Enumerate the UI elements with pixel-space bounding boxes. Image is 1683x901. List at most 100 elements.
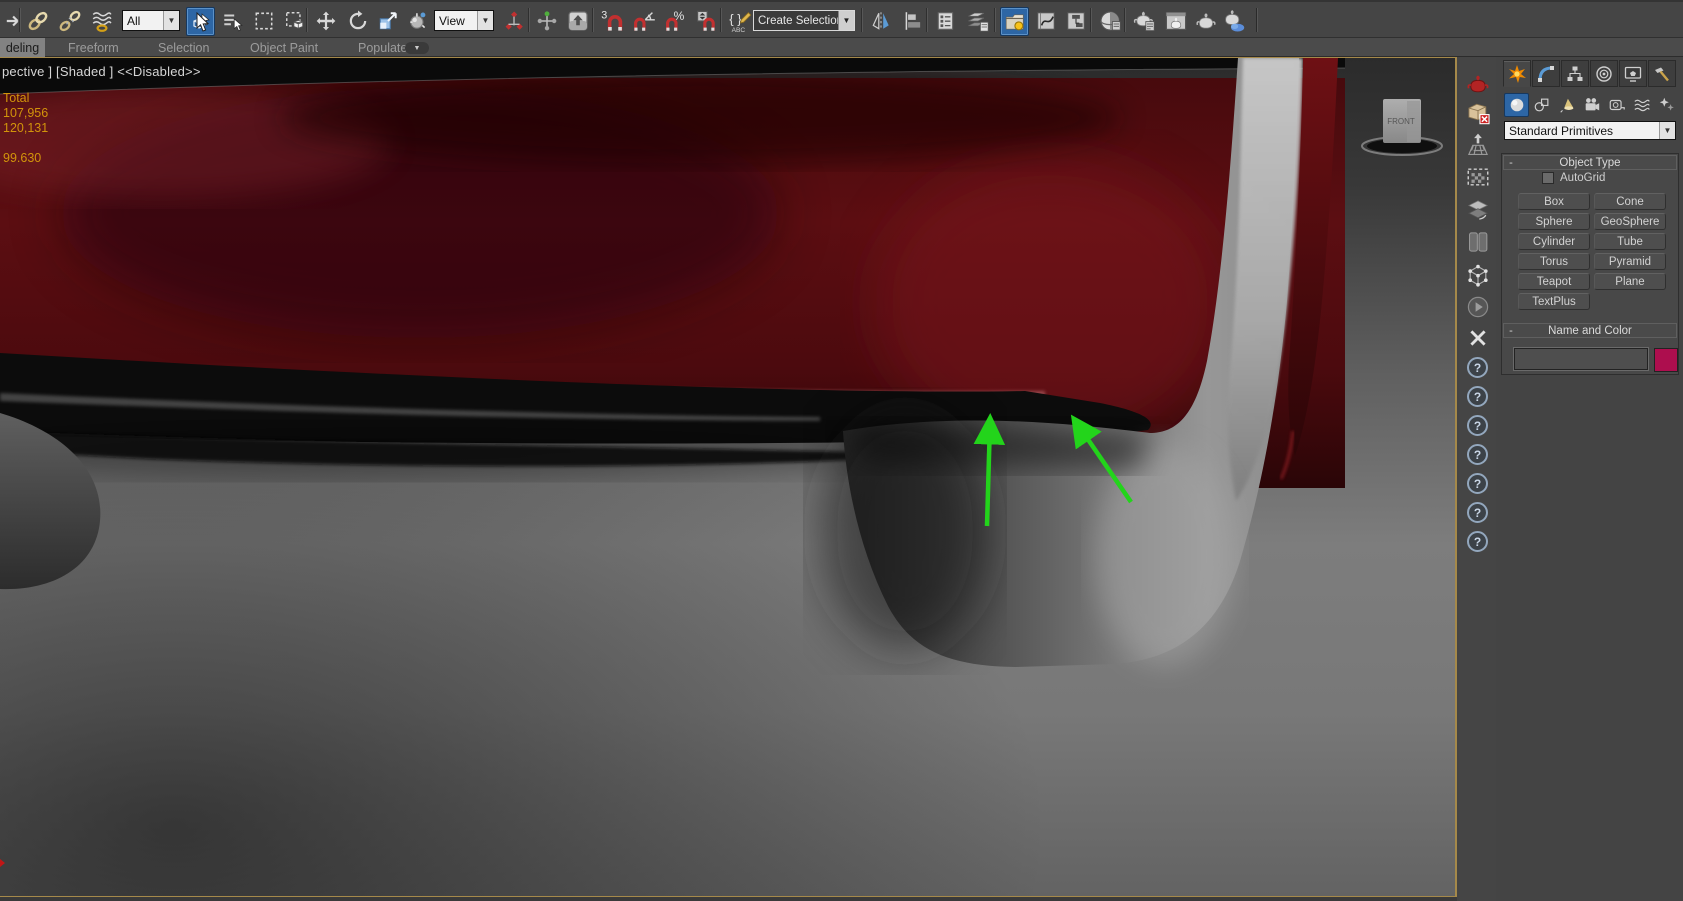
tab-object-paint[interactable]: Object Paint	[240, 38, 328, 57]
toggle-scene-explorer-icon[interactable]	[932, 7, 959, 34]
subcategory-shapes-icon[interactable]	[1529, 93, 1554, 117]
teapot-button[interactable]: Teapot	[1518, 273, 1590, 290]
subcategory-systems-icon[interactable]	[1654, 93, 1679, 117]
schematic-view-icon[interactable]	[1062, 7, 1089, 34]
textplus-button[interactable]: TextPlus	[1518, 293, 1590, 310]
tab-display[interactable]	[1619, 60, 1647, 87]
material-editor-icon[interactable]	[1096, 7, 1123, 34]
tab-motion[interactable]	[1590, 60, 1618, 87]
question-circle-icon[interactable]: ?	[1467, 531, 1488, 552]
select-and-scale-icon[interactable]	[374, 7, 401, 34]
subcategory-space-warps-icon[interactable]	[1629, 93, 1654, 117]
box-button[interactable]: Box	[1518, 193, 1590, 210]
cone-button[interactable]: Cone	[1594, 193, 1666, 210]
question-circle-icon[interactable]: ?	[1467, 415, 1488, 436]
select-by-name-icon[interactable]	[218, 7, 245, 34]
question-circle-icon[interactable]: ?	[1467, 444, 1488, 465]
object-name-input[interactable]	[1514, 348, 1648, 370]
autogrid-row: AutoGrid	[1542, 172, 1605, 184]
category-dropdown[interactable]: Standard Primitives ▼	[1504, 121, 1676, 140]
mouse-cursor	[196, 11, 211, 38]
tab-modify[interactable]	[1532, 60, 1560, 87]
box-delete-icon[interactable]	[1464, 99, 1491, 125]
panels-icon[interactable]	[1464, 229, 1491, 255]
collapse-icon[interactable]: -	[1504, 157, 1518, 169]
name-and-color-rollout-header[interactable]: - Name and Color	[1503, 323, 1677, 338]
curve-editor-icon[interactable]	[1032, 7, 1059, 34]
geosphere-button[interactable]: GeoSphere	[1594, 213, 1666, 230]
separator	[1124, 8, 1126, 32]
object-color-swatch[interactable]	[1654, 348, 1678, 372]
align-icon[interactable]	[899, 7, 926, 34]
viewport-label[interactable]: pective ] [Shaded ] <<Disabled>>	[2, 64, 201, 79]
autogrid-label: AutoGrid	[1560, 172, 1606, 184]
named-selection-sets-dropdown[interactable]: Create Selection Se▼	[753, 10, 855, 31]
toggle-ribbon-icon[interactable]	[1000, 7, 1029, 36]
svg-text:3: 3	[601, 9, 607, 21]
tab-freeform[interactable]: Freeform	[58, 38, 129, 57]
toggle-layer-explorer-icon[interactable]	[964, 7, 991, 34]
chevron-down-icon: ▼	[838, 11, 854, 30]
select-and-manipulate-icon[interactable]	[533, 7, 560, 34]
pyramid-button[interactable]: Pyramid	[1594, 253, 1666, 270]
unlink-selection-icon[interactable]	[56, 7, 83, 34]
chevron-down-icon: ▼	[163, 11, 179, 30]
play-circle-icon[interactable]	[1464, 294, 1491, 320]
mirror-icon[interactable]	[867, 7, 894, 34]
tab-hierarchy[interactable]	[1561, 60, 1589, 87]
edit-named-selection-sets-icon[interactable]: { } ABC	[726, 7, 753, 34]
use-pivot-point-center-icon[interactable]	[500, 7, 527, 34]
chevron-down-icon: ▼	[413, 44, 421, 52]
select-and-move-icon[interactable]	[312, 7, 339, 34]
render-production-icon[interactable]	[1192, 7, 1219, 34]
question-circle-icon[interactable]: ?	[1467, 357, 1488, 378]
stats-total-label: Total	[3, 91, 30, 105]
tube-button[interactable]: Tube	[1594, 233, 1666, 250]
checker-region-icon[interactable]	[1464, 164, 1491, 190]
select-and-place-icon[interactable]	[404, 7, 431, 34]
cylinder-button[interactable]: Cylinder	[1518, 233, 1590, 250]
angle-snap-icon[interactable]	[630, 7, 657, 34]
lattice-cube-icon[interactable]	[1464, 262, 1491, 288]
tab-selection[interactable]: Selection	[148, 38, 219, 57]
teapot-red-icon[interactable]	[1464, 71, 1491, 97]
subcategory-cameras-icon[interactable]	[1579, 93, 1604, 117]
tab-create[interactable]	[1503, 60, 1531, 87]
render-in-cloud-icon[interactable]	[1220, 7, 1247, 34]
rectangular-selection-region-icon[interactable]	[250, 7, 277, 34]
torus-button[interactable]: Torus	[1518, 253, 1590, 270]
reference-coordinate-dropdown[interactable]: View ▼	[434, 10, 494, 31]
bind-to-space-warp-icon[interactable]	[88, 7, 115, 34]
question-circle-icon[interactable]: ?	[1467, 386, 1488, 407]
close-x-icon[interactable]	[1464, 325, 1491, 351]
subcategory-lights-icon[interactable]	[1554, 93, 1579, 117]
percent-snap-icon[interactable]: %	[662, 7, 689, 34]
tab-utilities[interactable]	[1648, 60, 1676, 87]
selection-filter-dropdown[interactable]: All ▼	[122, 10, 180, 31]
snaps-toggle-icon[interactable]: 3	[598, 7, 625, 34]
subcategory-geometry-icon[interactable]	[1504, 93, 1529, 117]
collapse-icon[interactable]: -	[1504, 325, 1518, 337]
rendered-frame-window-icon[interactable]	[1162, 7, 1189, 34]
select-and-rotate-icon[interactable]	[344, 7, 371, 34]
keyboard-shortcut-override-icon[interactable]	[564, 7, 591, 34]
select-and-link-icon[interactable]	[24, 7, 51, 34]
spinner-snap-icon[interactable]	[692, 7, 719, 34]
question-circle-icon[interactable]: ?	[1467, 473, 1488, 494]
separator	[1256, 8, 1258, 32]
redo-icon[interactable]	[0, 7, 27, 34]
render-setup-icon[interactable]	[1130, 7, 1157, 34]
sphere-button[interactable]: Sphere	[1518, 213, 1590, 230]
subcategory-helpers-icon[interactable]	[1604, 93, 1629, 117]
ribbon-minimize-dropdown[interactable]: ▼	[405, 42, 429, 54]
grid-arrow-icon[interactable]	[1464, 131, 1491, 157]
perspective-viewport[interactable]: FRONT pective ] [Shaded ] <<Disabled>> T…	[0, 57, 1457, 898]
separator	[1090, 8, 1092, 32]
tab-modeling[interactable]: deling	[0, 38, 45, 57]
window-crossing-icon[interactable]	[281, 7, 308, 34]
question-circle-icon[interactable]: ?	[1467, 502, 1488, 523]
layers-diamond-icon[interactable]	[1464, 197, 1491, 223]
plane-button[interactable]: Plane	[1594, 273, 1666, 290]
autogrid-checkbox[interactable]	[1542, 172, 1554, 184]
object-type-rollout-header[interactable]: - Object Type	[1503, 155, 1677, 170]
